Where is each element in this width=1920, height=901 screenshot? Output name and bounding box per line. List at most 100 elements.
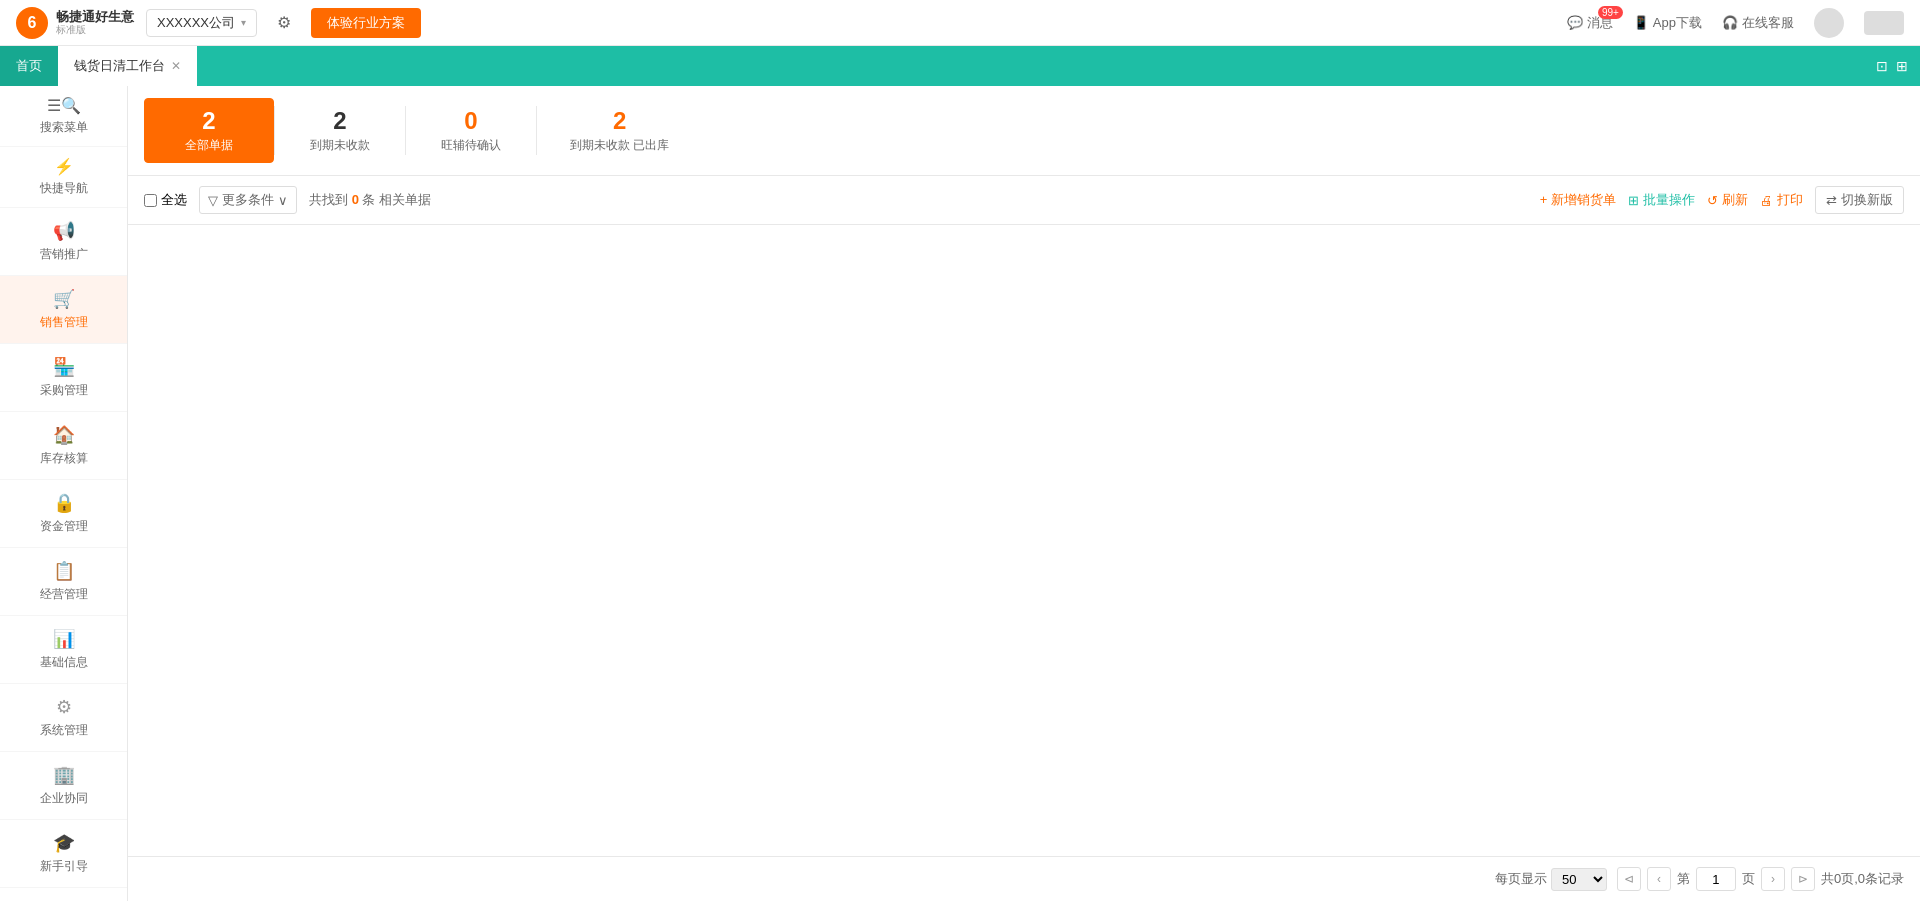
- top-header: 6 畅捷通好生意 标准版 XXXXXX公司 ▾ ⚙ 体验行业方案 💬 消息 99…: [0, 0, 1920, 46]
- nav-icon: ⚡: [54, 157, 74, 176]
- stat-overdue[interactable]: 2 到期未收款: [275, 98, 405, 163]
- close-tab-icon[interactable]: ✕: [171, 59, 181, 73]
- search-icon: ☰🔍: [47, 96, 81, 115]
- sidebar-sales-label: 销售管理: [40, 314, 88, 331]
- app-download-action[interactable]: 📱 App下载: [1633, 14, 1702, 32]
- sidebar-finance-label: 资金管理: [40, 518, 88, 535]
- sidebar-basic-info-label: 基础信息: [40, 654, 88, 671]
- system-icon: ⚙: [56, 696, 72, 718]
- sidebar-item-finance[interactable]: 🔒 资金管理: [0, 480, 127, 548]
- pagination: ⊲ ‹ 第 页 › ⊳ 共0页,0条记录: [1617, 867, 1904, 891]
- stat-shipped[interactable]: 2 到期未收款 已出库: [537, 98, 702, 163]
- refresh-button[interactable]: ↺ 刷新: [1707, 191, 1748, 209]
- experience-button[interactable]: 体验行业方案: [311, 8, 421, 38]
- content-body: [128, 225, 1920, 856]
- logo-icon: 6: [16, 7, 48, 39]
- print-button[interactable]: 🖨 打印: [1760, 191, 1803, 209]
- marketing-icon: 📢: [53, 220, 75, 242]
- switch-icon: ⇄: [1826, 193, 1837, 208]
- batch-operation-button[interactable]: ⊞ 批量操作: [1628, 191, 1695, 209]
- operations-icon: 📋: [53, 560, 75, 582]
- user-menu[interactable]: [1864, 11, 1904, 35]
- select-all-label: 全选: [161, 191, 187, 209]
- page-suffix: 页: [1742, 870, 1755, 888]
- found-text: 共找到 0 条 相关单据: [309, 191, 431, 209]
- stat-shipped-number: 2: [613, 107, 626, 135]
- filter-chevron-icon: ∨: [278, 193, 288, 208]
- page-number-input[interactable]: [1696, 867, 1736, 891]
- next-page-button[interactable]: ›: [1761, 867, 1785, 891]
- purchase-icon: 🏪: [53, 356, 75, 378]
- stat-shipped-label: 到期未收款 已出库: [570, 137, 669, 154]
- enterprise-icon: 🏢: [53, 764, 75, 786]
- toolbar: 全选 ▽ 更多条件 ∨ 共找到 0 条 相关单据 + 新增销货单: [128, 176, 1920, 225]
- message-action[interactable]: 💬 消息 99+: [1567, 14, 1613, 32]
- sidebar-system-label: 系统管理: [40, 722, 88, 739]
- refresh-icon: ↺: [1707, 193, 1718, 208]
- sidebar-item-enterprise[interactable]: 🏢 企业协同: [0, 752, 127, 820]
- last-page-button[interactable]: ⊳: [1791, 867, 1815, 891]
- sidebar-item-beginner[interactable]: 🎓 新手引导: [0, 820, 127, 888]
- online-service-label: 在线客服: [1742, 14, 1794, 32]
- prev-page-button[interactable]: ‹: [1647, 867, 1671, 891]
- main-layout: ☰🔍 搜索菜单 ⚡ 快捷导航 📢 营销推广 🛒 销售管理 🏪 采购管理 🏠 库存…: [0, 86, 1920, 901]
- stat-overdue-label: 到期未收款: [310, 137, 370, 154]
- sidebar-item-basic-info[interactable]: 📊 基础信息: [0, 616, 127, 684]
- beginner-icon: 🎓: [53, 832, 75, 854]
- minimize-icon[interactable]: ⊡: [1876, 58, 1888, 74]
- add-sales-order-button[interactable]: + 新增销货单: [1536, 191, 1616, 209]
- sidebar-operations-label: 经营管理: [40, 586, 88, 603]
- stat-overdue-number: 2: [333, 107, 346, 135]
- chevron-down-icon: ▾: [241, 17, 246, 28]
- stats-bar: 2 全部单据 2 到期未收款 0 旺辅待确认 2 到期未收款 已出库: [128, 86, 1920, 176]
- content-area: 2 全部单据 2 到期未收款 0 旺辅待确认 2 到期未收款 已出库: [128, 86, 1920, 901]
- select-all-checkbox[interactable]: 全选: [144, 191, 187, 209]
- switch-label: 切换新版: [1841, 191, 1893, 209]
- message-badge: 99+: [1598, 6, 1623, 19]
- filter-button[interactable]: ▽ 更多条件 ∨: [199, 186, 297, 214]
- company-selector[interactable]: XXXXXX公司 ▾: [146, 9, 257, 37]
- maximize-icon[interactable]: ⊞: [1896, 58, 1908, 74]
- print-icon: 🖨: [1760, 193, 1773, 208]
- stat-all-number: 2: [202, 107, 215, 135]
- sidebar-item-operations[interactable]: 📋 经营管理: [0, 548, 127, 616]
- sidebar-search[interactable]: ☰🔍 搜索菜单: [0, 86, 127, 147]
- filter-label: 更多条件: [222, 191, 274, 209]
- home-tab-label: 首页: [16, 57, 42, 75]
- sidebar-marketing-label: 营销推广: [40, 246, 88, 263]
- stat-pending[interactable]: 0 旺辅待确认: [406, 98, 536, 163]
- select-all-input[interactable]: [144, 194, 157, 207]
- nav-label: 快捷导航: [40, 180, 88, 197]
- toolbar-left: 全选 ▽ 更多条件 ∨ 共找到 0 条 相关单据: [144, 186, 431, 214]
- app-download-label: App下载: [1653, 14, 1702, 32]
- toolbar-right: + 新增销货单 ⊞ 批量操作 ↺ 刷新 🖨 打印 ⇄ 切换新版: [1536, 186, 1904, 214]
- sidebar-item-app-center[interactable]: 📦 应用中心: [0, 888, 127, 901]
- avatar[interactable]: [1814, 8, 1844, 38]
- stat-pending-number: 0: [464, 107, 477, 135]
- inventory-icon: 🏠: [53, 424, 75, 446]
- switch-version-button[interactable]: ⇄ 切换新版: [1815, 186, 1904, 214]
- sidebar-item-inventory[interactable]: 🏠 库存核算: [0, 412, 127, 480]
- tab-cash-ledger[interactable]: 钱货日清工作台 ✕: [58, 46, 197, 86]
- phone-icon: 📱: [1633, 15, 1649, 30]
- footer-bar: 每页显示 50 100 200 ⊲ ‹ 第 页 › ⊳ 共0页,0条记录: [128, 856, 1920, 901]
- sidebar-item-sales[interactable]: 🛒 销售管理: [0, 276, 127, 344]
- first-page-button[interactable]: ⊲: [1617, 867, 1641, 891]
- sidebar-beginner-label: 新手引导: [40, 858, 88, 875]
- online-service-action[interactable]: 🎧 在线客服: [1722, 14, 1794, 32]
- sidebar-quick-nav[interactable]: ⚡ 快捷导航: [0, 147, 127, 208]
- settings-icon[interactable]: ⚙: [269, 8, 299, 38]
- logo-title: 畅捷通好生意: [56, 9, 134, 25]
- nav-tabs: 首页 钱货日清工作台 ✕ ⊡ ⊞: [0, 46, 1920, 86]
- service-icon: 🎧: [1722, 15, 1738, 30]
- message-icon: 💬: [1567, 15, 1583, 30]
- tab-home[interactable]: 首页: [0, 46, 58, 86]
- sidebar-item-purchase[interactable]: 🏪 采购管理: [0, 344, 127, 412]
- basic-info-icon: 📊: [53, 628, 75, 650]
- per-page-select[interactable]: 50 100 200: [1551, 868, 1607, 891]
- sidebar-item-system[interactable]: ⚙ 系统管理: [0, 684, 127, 752]
- stat-all[interactable]: 2 全部单据: [144, 98, 274, 163]
- sidebar-item-marketing[interactable]: 📢 营销推广: [0, 208, 127, 276]
- cash-ledger-tab-label: 钱货日清工作台: [74, 57, 165, 75]
- sidebar-enterprise-label: 企业协同: [40, 790, 88, 807]
